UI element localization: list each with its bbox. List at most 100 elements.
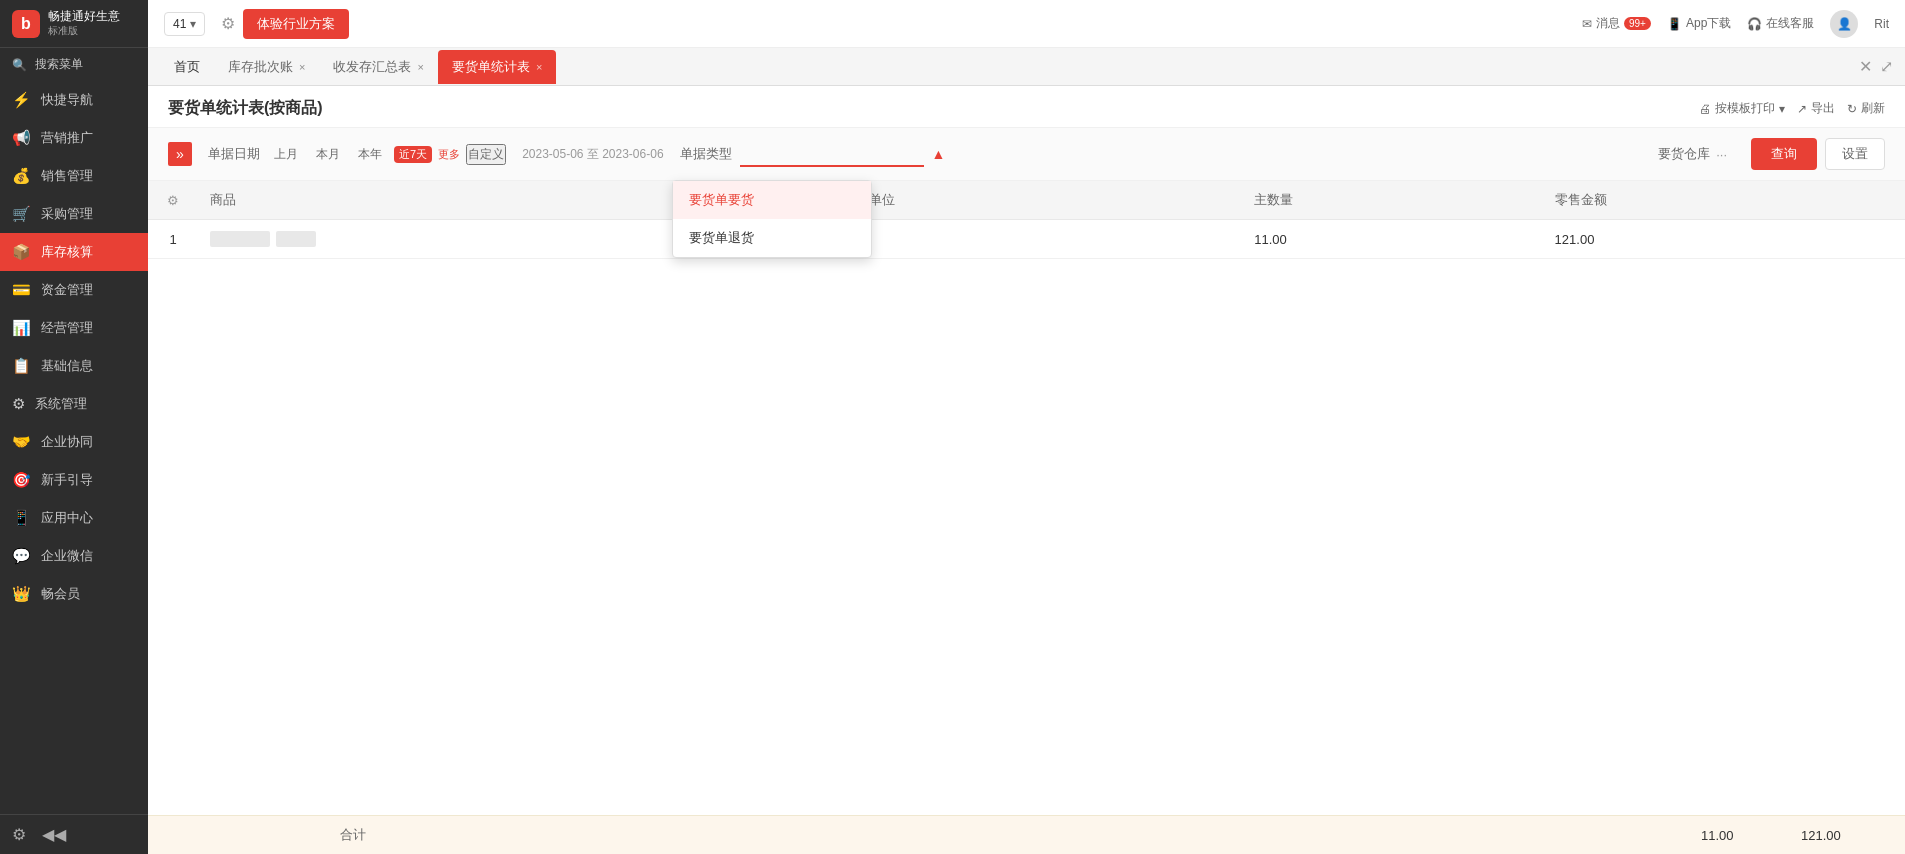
sidebar-item-label: 系统管理 (35, 395, 87, 413)
collapse-icon[interactable]: ◀◀ (42, 825, 66, 844)
app-download-button[interactable]: 📱 App下载 (1667, 15, 1731, 32)
sidebar-item-inventory[interactable]: 📦 库存核算 (0, 233, 148, 271)
col-amount-header: 零售金额 (1543, 181, 1905, 220)
warehouse-options-icon[interactable]: ··· (1716, 147, 1727, 162)
filter-action-buttons: 查询 设置 (1751, 138, 1885, 170)
this-year-button[interactable]: 本年 (352, 144, 388, 165)
sidebar: b 畅捷通好生意 标准版 🔍 搜索菜单 ⚡ 快捷导航 📢 营销推广 💰 销售管理… (0, 0, 148, 854)
dropdown-arrow-icon: ▾ (190, 17, 196, 31)
tab-receive-summary-close[interactable]: × (417, 61, 423, 73)
inventory-icon: 📦 (12, 243, 31, 261)
type-dropdown-arrow[interactable]: ▲ (932, 146, 946, 162)
sidebar-item-label: 营销推广 (41, 129, 93, 147)
phone-icon: 📱 (1667, 17, 1682, 31)
sidebar-item-purchase[interactable]: 🛒 采购管理 (0, 195, 148, 233)
enterprise-icon: 🤝 (12, 433, 31, 451)
settings-icon[interactable]: ⚙ (12, 825, 26, 844)
tab-inventory-batch[interactable]: 库存批次账 × (214, 50, 319, 84)
print-label: 按模板打印 (1715, 100, 1775, 117)
sidebar-bottom: ⚙ ◀◀ (0, 814, 148, 854)
date-range-display: 2023-05-06 至 2023-06-06 (522, 146, 663, 163)
sidebar-item-label: 企业协同 (41, 433, 93, 451)
tab-inventory-batch-label: 库存批次账 (228, 58, 293, 76)
query-button[interactable]: 查询 (1751, 138, 1817, 170)
tabs-right: ✕ ⤢ (1859, 57, 1893, 76)
filter-bar: » 单据日期 上月 本月 本年 近7天 更多 自定义 2023-05-06 至 … (148, 128, 1905, 181)
print-button[interactable]: 🖨 按模板打印 ▾ (1699, 100, 1785, 117)
row-number: 1 (148, 220, 198, 259)
trial-button[interactable]: 体验行业方案 (243, 9, 349, 39)
print-dropdown-icon: ▾ (1779, 102, 1785, 116)
service-button[interactable]: 🎧 在线客服 (1747, 15, 1814, 32)
tab-order-stats-label: 要货单统计表 (452, 58, 530, 76)
sidebar-item-system[interactable]: ⚙ 系统管理 (0, 385, 148, 423)
sidebar-logo: b 畅捷通好生意 标准版 (0, 0, 148, 48)
recent-7days-badge[interactable]: 近7天 (394, 146, 432, 163)
service-label: 在线客服 (1766, 15, 1814, 32)
logo-sub: 标准版 (48, 24, 120, 38)
expand-tabs-button[interactable]: ⤢ (1880, 57, 1893, 76)
col-qty-header: 主数量 (1242, 181, 1542, 220)
export-button[interactable]: ↗ 导出 (1797, 100, 1835, 117)
sidebar-item-finance[interactable]: 💳 资金管理 (0, 271, 148, 309)
row-qty: 11.00 (1242, 220, 1542, 259)
tab-order-stats-close[interactable]: × (536, 61, 542, 73)
tab-receive-summary[interactable]: 收发存汇总表 × (319, 50, 437, 84)
avatar[interactable]: 👤 (1830, 10, 1858, 38)
this-month-button[interactable]: 本月 (310, 144, 346, 165)
filter-expand-button[interactable]: » (168, 142, 192, 166)
finance-icon: 💳 (12, 281, 31, 299)
tab-home[interactable]: 首页 (160, 50, 214, 84)
sidebar-item-basic-info[interactable]: 📋 基础信息 (0, 347, 148, 385)
tabs-bar: 首页 库存批次账 × 收发存汇总表 × 要货单统计表 × ✕ ⤢ (148, 48, 1905, 86)
topbar-left: 41 ▾ ⚙ 体验行业方案 (164, 9, 1582, 39)
msg-label: 消息 (1596, 15, 1620, 32)
sidebar-item-enterprise[interactable]: 🤝 企业协同 (0, 423, 148, 461)
more-date-options[interactable]: 更多 (438, 147, 460, 162)
type-dropdown-menu: 要货单要货 要货单退货 (672, 180, 872, 258)
sidebar-item-label: 采购管理 (41, 205, 93, 223)
logo-text-group: 畅捷通好生意 标准版 (48, 9, 120, 39)
sidebar-item-label: 快捷导航 (41, 91, 93, 109)
sidebar-item-quick-nav[interactable]: ⚡ 快捷导航 (0, 81, 148, 119)
footer-total-label: 合计 (160, 826, 366, 844)
search-icon: 🔍 (12, 58, 27, 72)
settings-button[interactable]: 设置 (1825, 138, 1885, 170)
system-icon: ⚙ (12, 395, 25, 413)
company-number: 41 (173, 17, 186, 31)
page-header: 要货单统计表(按商品) 🖨 按模板打印 ▾ ↗ 导出 ↻ 刷新 (148, 86, 1905, 128)
col-settings: ⚙ (148, 181, 198, 220)
refresh-button[interactable]: ↻ 刷新 (1847, 100, 1885, 117)
sidebar-item-guide[interactable]: 🎯 新手引导 (0, 461, 148, 499)
sidebar-search[interactable]: 🔍 搜索菜单 (0, 48, 148, 81)
sidebar-item-app-center[interactable]: 📱 应用中心 (0, 499, 148, 537)
tab-order-stats[interactable]: 要货单统计表 × (438, 50, 556, 84)
sidebar-item-operations[interactable]: 📊 经营管理 (0, 309, 148, 347)
topbar-gear-icon[interactable]: ⚙ (221, 14, 235, 33)
tab-inventory-batch-close[interactable]: × (299, 61, 305, 73)
sidebar-item-label: 经营管理 (41, 319, 93, 337)
prev-month-button[interactable]: 上月 (268, 144, 304, 165)
product-placeholder-2 (276, 231, 316, 247)
company-selector[interactable]: 41 ▾ (164, 12, 205, 36)
table-footer: 合计 11.00 121.00 (148, 815, 1905, 854)
dropdown-option-return[interactable]: 要货单退货 (673, 219, 871, 257)
sidebar-item-marketing[interactable]: 📢 营销推广 (0, 119, 148, 157)
sidebar-item-wechat[interactable]: 💬 企业微信 (0, 537, 148, 575)
marketing-icon: 📢 (12, 129, 31, 147)
table-row: 1 块 11.00 121.00 (148, 220, 1905, 259)
custom-date-button[interactable]: 自定义 (466, 144, 506, 165)
quick-nav-icon: ⚡ (12, 91, 31, 109)
sidebar-item-sales[interactable]: 💰 销售管理 (0, 157, 148, 195)
type-filter-input[interactable] (740, 142, 924, 167)
sidebar-item-label: 销售管理 (41, 167, 93, 185)
msg-button[interactable]: ✉ 消息 99+ (1582, 15, 1651, 32)
dropdown-option-order[interactable]: 要货单要货 (673, 181, 871, 219)
column-settings-icon[interactable]: ⚙ (167, 193, 179, 208)
sidebar-item-vip[interactable]: 👑 畅会员 (0, 575, 148, 613)
close-all-tabs-button[interactable]: ✕ (1859, 57, 1872, 76)
topbar: 41 ▾ ⚙ 体验行业方案 ✉ 消息 99+ 📱 App下载 🎧 在线客服 👤 … (148, 0, 1905, 48)
table-wrapper: ⚙ 商品 主计量单位 主数量 零售金额 1 (148, 181, 1905, 815)
sidebar-item-label: 库存核算 (41, 243, 93, 261)
product-placeholder-1 (210, 231, 270, 247)
